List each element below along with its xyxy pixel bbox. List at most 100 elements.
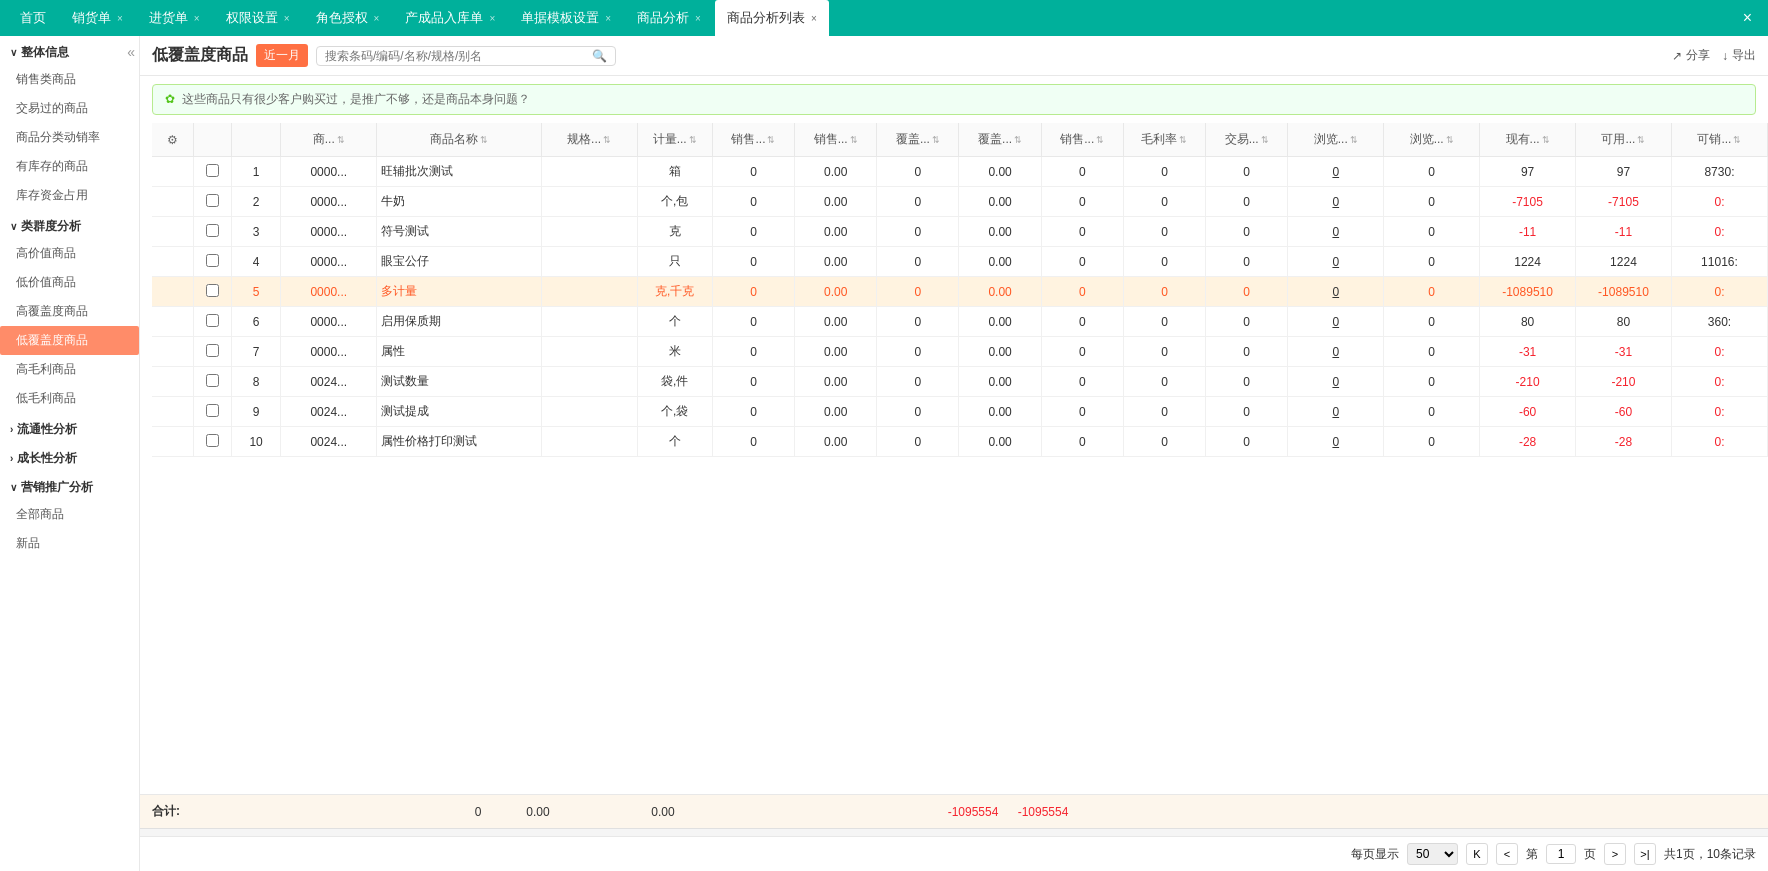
th-unit[interactable]: 计量...⇅ bbox=[637, 123, 712, 157]
browse-link[interactable]: 0 bbox=[1332, 315, 1339, 329]
row-checkbox[interactable] bbox=[206, 344, 219, 357]
cell-browse1[interactable]: 0 bbox=[1288, 187, 1384, 217]
browse-link[interactable]: 0 bbox=[1332, 435, 1339, 449]
next-page-button[interactable]: > bbox=[1604, 843, 1626, 865]
sidebar-item-new-goods[interactable]: 新品 bbox=[0, 529, 139, 558]
row-checkbox[interactable] bbox=[206, 284, 219, 297]
cell-check[interactable] bbox=[193, 307, 231, 337]
cell-check[interactable] bbox=[193, 247, 231, 277]
row-checkbox[interactable] bbox=[206, 164, 219, 177]
browse-link[interactable]: 0 bbox=[1332, 195, 1339, 209]
th-sales-sub[interactable]: 销售...⇅ bbox=[1041, 123, 1123, 157]
cell-browse1[interactable]: 0 bbox=[1288, 397, 1384, 427]
th-spec[interactable]: 规格...⇅ bbox=[541, 123, 637, 157]
close-icon[interactable]: × bbox=[811, 13, 817, 24]
cell-browse1[interactable]: 0 bbox=[1288, 337, 1384, 367]
sidebar-group-cluster[interactable]: ∨ 类群度分析 bbox=[0, 210, 139, 239]
sidebar-item-low-margin[interactable]: 低毛利商品 bbox=[0, 384, 139, 413]
browse-link[interactable]: 0 bbox=[1332, 405, 1339, 419]
cell-check[interactable] bbox=[193, 217, 231, 247]
sidebar-item-capital[interactable]: 库存资金占用 bbox=[0, 181, 139, 210]
th-cov1[interactable]: 覆盖...⇅ bbox=[877, 123, 959, 157]
sidebar-item-sales-goods[interactable]: 销售类商品 bbox=[0, 65, 139, 94]
cell-check[interactable] bbox=[193, 427, 231, 457]
row-checkbox[interactable] bbox=[206, 314, 219, 327]
th-settings[interactable]: ⚙ bbox=[152, 123, 193, 157]
th-available[interactable]: 可用...⇅ bbox=[1576, 123, 1672, 157]
settings-icon[interactable]: ⚙ bbox=[167, 133, 178, 147]
nav-template[interactable]: 单据模板设置 × bbox=[509, 0, 623, 36]
close-icon[interactable]: × bbox=[605, 13, 611, 24]
cell-check[interactable] bbox=[193, 157, 231, 187]
close-icon[interactable]: × bbox=[284, 13, 290, 24]
sidebar-item-traded-goods[interactable]: 交易过的商品 bbox=[0, 94, 139, 123]
row-checkbox[interactable] bbox=[206, 404, 219, 417]
sidebar-group-growth[interactable]: › 成长性分析 bbox=[0, 442, 139, 471]
nav-permissions[interactable]: 权限设置 × bbox=[214, 0, 302, 36]
first-page-button[interactable]: K bbox=[1466, 843, 1488, 865]
sidebar-item-all-goods[interactable]: 全部商品 bbox=[0, 500, 139, 529]
nav-purchase[interactable]: 进货单 × bbox=[137, 0, 212, 36]
th-cov2[interactable]: 覆盖...⇅ bbox=[959, 123, 1041, 157]
nav-sales[interactable]: 销货单 × bbox=[60, 0, 135, 36]
sidebar-item-high-coverage[interactable]: 高覆盖度商品 bbox=[0, 297, 139, 326]
sidebar-item-in-stock[interactable]: 有库存的商品 bbox=[0, 152, 139, 181]
sidebar-item-category-rate[interactable]: 商品分类动销率 bbox=[0, 123, 139, 152]
sidebar-group-overall[interactable]: ∨ 整体信息 bbox=[0, 36, 139, 65]
cell-browse1[interactable]: 0 bbox=[1288, 427, 1384, 457]
cell-browse1[interactable]: 0 bbox=[1288, 217, 1384, 247]
sidebar-item-low-value[interactable]: 低价值商品 bbox=[0, 268, 139, 297]
sidebar-collapse-button[interactable]: « bbox=[127, 44, 135, 60]
nav-products-in[interactable]: 产成品入库单 × bbox=[393, 0, 507, 36]
th-browse1[interactable]: 浏览...⇅ bbox=[1288, 123, 1384, 157]
cell-browse1[interactable]: 0 bbox=[1288, 157, 1384, 187]
export-button[interactable]: ↓ 导出 bbox=[1722, 47, 1756, 64]
close-icon[interactable]: × bbox=[374, 13, 380, 24]
sidebar-item-low-coverage[interactable]: 低覆盖度商品 bbox=[0, 326, 139, 355]
sidebar-group-flow[interactable]: › 流通性分析 bbox=[0, 413, 139, 442]
page-size-select[interactable]: 50 100 200 bbox=[1407, 843, 1458, 865]
last-page-button[interactable]: >| bbox=[1634, 843, 1656, 865]
sidebar-group-marketing[interactable]: ∨ 营销推广分析 bbox=[0, 471, 139, 500]
browse-link[interactable]: 0 bbox=[1332, 255, 1339, 269]
cell-check[interactable] bbox=[193, 397, 231, 427]
row-checkbox[interactable] bbox=[206, 374, 219, 387]
prev-page-button[interactable]: < bbox=[1496, 843, 1518, 865]
th-code[interactable]: 商...⇅ bbox=[281, 123, 377, 157]
nav-roles[interactable]: 角色授权 × bbox=[304, 0, 392, 36]
th-trade[interactable]: 交易...⇅ bbox=[1206, 123, 1288, 157]
browse-link[interactable]: 0 bbox=[1332, 225, 1339, 239]
row-checkbox[interactable] bbox=[206, 254, 219, 267]
th-name[interactable]: 商品名称⇅ bbox=[377, 123, 541, 157]
th-gross[interactable]: 毛利率⇅ bbox=[1123, 123, 1205, 157]
sidebar-item-high-value[interactable]: 高价值商品 bbox=[0, 239, 139, 268]
cell-browse1[interactable]: 0 bbox=[1288, 367, 1384, 397]
browse-link[interactable]: 0 bbox=[1332, 165, 1339, 179]
cell-browse1[interactable]: 0 bbox=[1288, 307, 1384, 337]
cell-check[interactable] bbox=[193, 337, 231, 367]
cell-check[interactable] bbox=[193, 277, 231, 307]
cell-browse1[interactable]: 0 bbox=[1288, 277, 1384, 307]
nav-analysis-list[interactable]: 商品分析列表 × bbox=[715, 0, 829, 36]
th-sales-qty[interactable]: 销售...⇅ bbox=[712, 123, 794, 157]
row-checkbox[interactable] bbox=[206, 434, 219, 447]
row-checkbox[interactable] bbox=[206, 224, 219, 237]
close-all-button[interactable]: × bbox=[1735, 9, 1760, 27]
th-browse2[interactable]: 浏览...⇅ bbox=[1384, 123, 1480, 157]
cell-check[interactable] bbox=[193, 187, 231, 217]
search-input[interactable] bbox=[325, 49, 588, 63]
nav-analysis[interactable]: 商品分析 × bbox=[625, 0, 713, 36]
close-icon[interactable]: × bbox=[695, 13, 701, 24]
th-sellable[interactable]: 可销...⇅ bbox=[1671, 123, 1767, 157]
nav-home[interactable]: 首页 bbox=[8, 0, 58, 36]
sidebar-item-high-margin[interactable]: 高毛利商品 bbox=[0, 355, 139, 384]
th-current[interactable]: 现有...⇅ bbox=[1480, 123, 1576, 157]
share-button[interactable]: ↗ 分享 bbox=[1672, 47, 1710, 64]
row-checkbox[interactable] bbox=[206, 194, 219, 207]
th-sales-amt[interactable]: 销售...⇅ bbox=[795, 123, 877, 157]
browse-link[interactable]: 0 bbox=[1332, 345, 1339, 359]
close-icon[interactable]: × bbox=[117, 13, 123, 24]
close-icon[interactable]: × bbox=[194, 13, 200, 24]
browse-link[interactable]: 0 bbox=[1332, 285, 1339, 299]
time-filter-button[interactable]: 近一月 bbox=[256, 44, 308, 67]
